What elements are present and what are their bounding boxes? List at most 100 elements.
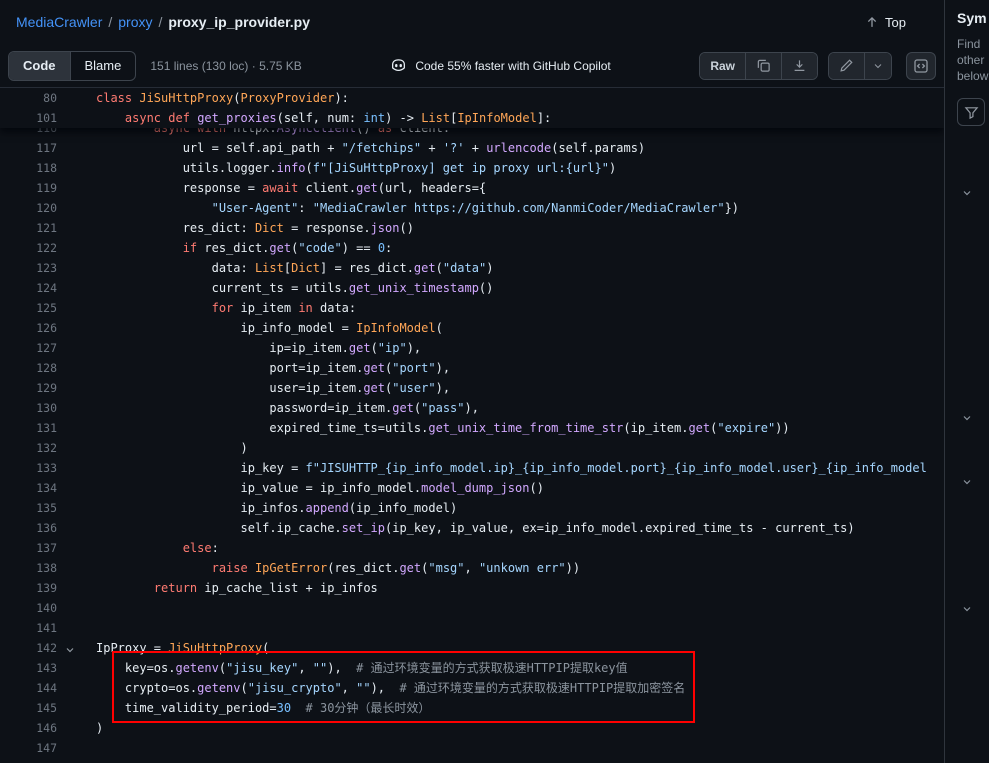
line-number[interactable]: 126 <box>0 318 57 338</box>
code-text: async def get_proxies(self, num: int) ->… <box>57 108 551 128</box>
breadcrumb-separator: / <box>158 14 162 30</box>
code-text: class JiSuHttpProxy(ProxyProvider): <box>57 88 349 108</box>
code-line: 133 ip_key = f"JISUHTTP_{ip_info_model.i… <box>0 458 944 478</box>
code-text: crypto=os.getenv("jisu_crypto", ""), # 通… <box>57 678 685 698</box>
code-text: "User-Agent": "MediaCrawler https://gith… <box>57 198 739 218</box>
symbols-panel-title: Sym <box>957 10 989 26</box>
symbols-panel-description-line: Find <box>957 36 989 52</box>
line-number[interactable]: 80 <box>0 88 57 108</box>
code-text: time_validity_period=30 # 30分钟（最长时效） <box>57 698 430 718</box>
code-line: 128 port=ip_item.get("port"), <box>0 358 944 378</box>
code-text <box>57 598 96 618</box>
code-text: port=ip_item.get("port"), <box>57 358 450 378</box>
raw-button[interactable]: Raw <box>700 53 745 79</box>
line-number[interactable]: 147 <box>0 738 57 758</box>
code-text: expired_time_ts=utils.get_unix_time_from… <box>57 418 790 438</box>
code-line: 147 <box>0 738 944 758</box>
line-number[interactable]: 134 <box>0 478 57 498</box>
code-text: url = self.api_path + "/fetchips" + '?' … <box>57 138 645 158</box>
breadcrumb-folder-link[interactable]: proxy <box>118 14 152 30</box>
line-number[interactable]: 131 <box>0 418 57 438</box>
code-area: 116 async with httpx.AsyncClient() as cl… <box>0 88 944 763</box>
line-number[interactable]: 101 <box>0 108 57 128</box>
code-text: for ip_item in data: <box>57 298 356 318</box>
chevron-down-icon[interactable] <box>961 475 973 487</box>
line-number[interactable]: 140 <box>0 598 57 618</box>
line-number[interactable]: 122 <box>0 238 57 258</box>
edit-dropdown-button[interactable] <box>864 53 891 79</box>
code-line: 123 data: List[Dict] = res_dict.get("dat… <box>0 258 944 278</box>
line-number[interactable]: 125 <box>0 298 57 318</box>
symbols-panel-description-line: below <box>957 68 989 84</box>
copilot-banner[interactable]: Code 55% faster with GitHub Copilot <box>390 57 610 74</box>
line-number[interactable]: 130 <box>0 398 57 418</box>
line-number[interactable]: 137 <box>0 538 57 558</box>
line-number[interactable]: 132 <box>0 438 57 458</box>
filter-button[interactable] <box>957 98 985 126</box>
line-number[interactable]: 128 <box>0 358 57 378</box>
line-number[interactable]: 120 <box>0 198 57 218</box>
code-line: 122 if res_dict.get("code") == 0: <box>0 238 944 258</box>
copilot-icon <box>390 57 407 74</box>
code-line: 129 user=ip_item.get("user"), <box>0 378 944 398</box>
line-number[interactable]: 117 <box>0 138 57 158</box>
chevron-down-icon[interactable] <box>961 411 973 423</box>
chevron-down-icon[interactable] <box>961 186 973 198</box>
code-line: 141 <box>0 618 944 638</box>
scroll-to-top-button[interactable]: Top <box>857 11 914 34</box>
line-number[interactable]: 138 <box>0 558 57 578</box>
chevron-down-icon[interactable] <box>961 602 973 614</box>
code-line: 135 ip_infos.append(ip_info_model) <box>0 498 944 518</box>
code-line: 137 else: <box>0 538 944 558</box>
code-line: 146) <box>0 718 944 738</box>
code-line: 121 res_dict: Dict = response.json() <box>0 218 944 238</box>
tab-blame[interactable]: Blame <box>70 52 136 80</box>
line-number[interactable]: 133 <box>0 458 57 478</box>
line-number[interactable]: 124 <box>0 278 57 298</box>
raw-actions-group: Raw <box>699 52 818 80</box>
line-number[interactable]: 119 <box>0 178 57 198</box>
code-lines: 116 async with httpx.AsyncClient() as cl… <box>0 118 944 758</box>
line-number[interactable]: 146 <box>0 718 57 738</box>
edit-actions-group <box>828 52 892 80</box>
code-text: res_dict: Dict = response.json() <box>57 218 414 238</box>
code-text: data: List[Dict] = res_dict.get("data") <box>57 258 493 278</box>
line-number[interactable]: 145 <box>0 698 57 718</box>
line-number[interactable]: 144 <box>0 678 57 698</box>
download-button[interactable] <box>781 53 817 79</box>
edit-button[interactable] <box>829 53 864 79</box>
symbols-panel-description: Findotherbelow <box>957 36 989 84</box>
line-number[interactable]: 123 <box>0 258 57 278</box>
line-number[interactable]: 129 <box>0 378 57 398</box>
code-text: ) <box>57 438 248 458</box>
symbols-panel-toggle-button[interactable] <box>906 52 936 80</box>
breadcrumb-file-name: proxy_ip_provider.py <box>168 14 310 30</box>
copy-button[interactable] <box>745 53 781 79</box>
code-text: utils.logger.info(f"[JiSuHttpProxy] get … <box>57 158 616 178</box>
code-line: 101 async def get_proxies(self, num: int… <box>0 108 944 128</box>
line-number[interactable]: 142 <box>0 638 57 658</box>
code-text <box>57 738 96 758</box>
line-number[interactable]: 143 <box>0 658 57 678</box>
code-line: 119 response = await client.get(url, hea… <box>0 178 944 198</box>
code-text: return ip_cache_list + ip_infos <box>57 578 378 598</box>
collapse-chevron-icon[interactable] <box>64 642 76 654</box>
line-number[interactable]: 121 <box>0 218 57 238</box>
tab-code[interactable]: Code <box>9 52 70 80</box>
code-text: ip_value = ip_info_model.model_dump_json… <box>57 478 544 498</box>
line-number[interactable]: 135 <box>0 498 57 518</box>
code-text: user=ip_item.get("user"), <box>57 378 450 398</box>
line-number[interactable]: 141 <box>0 618 57 638</box>
line-number[interactable]: 136 <box>0 518 57 538</box>
code-text: raise IpGetError(res_dict.get("msg", "un… <box>57 558 580 578</box>
code-line: 142IpProxy = JiSuHttpProxy( <box>0 638 944 658</box>
line-number[interactable]: 118 <box>0 158 57 178</box>
code-text: if res_dict.get("code") == 0: <box>57 238 392 258</box>
line-number[interactable]: 127 <box>0 338 57 358</box>
symbols-panel-description-line: other <box>957 52 989 68</box>
code-text <box>57 618 96 638</box>
code-text: ) <box>57 718 103 738</box>
breadcrumb-repo-link[interactable]: MediaCrawler <box>16 14 102 30</box>
line-number[interactable]: 139 <box>0 578 57 598</box>
arrow-up-icon <box>865 15 879 29</box>
